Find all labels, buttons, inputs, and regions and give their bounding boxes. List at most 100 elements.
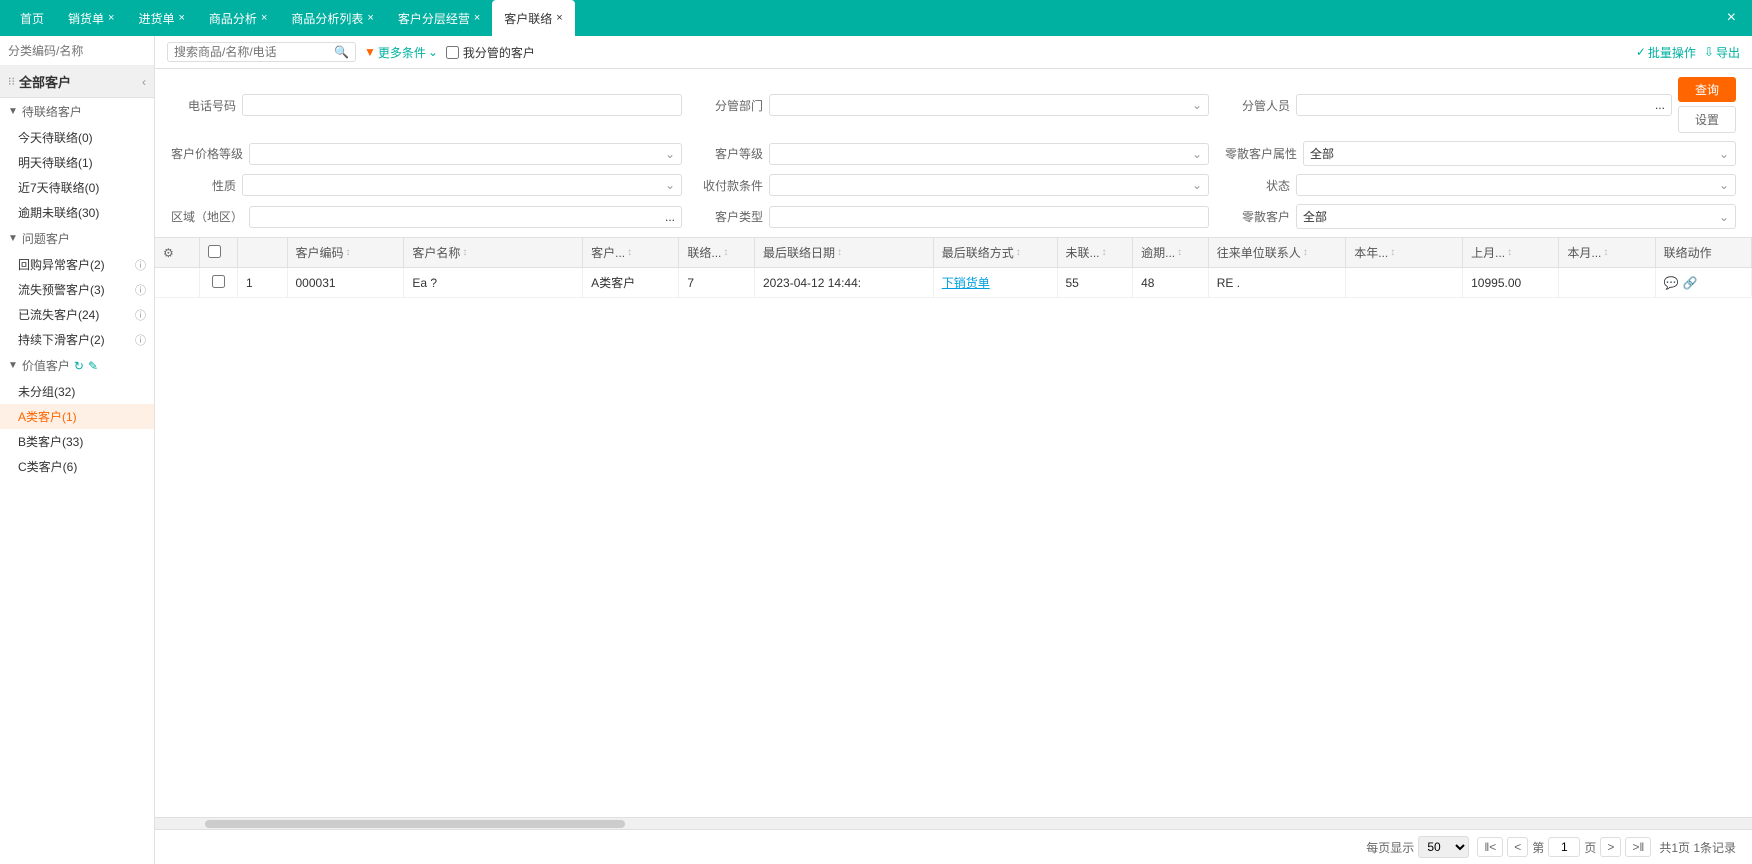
td-action[interactable]: 💬 🔗 — [1656, 268, 1752, 296]
nav-close-customer-contact[interactable]: × — [556, 12, 562, 24]
resize-handle-name[interactable]: ↕ — [462, 247, 467, 258]
th-last-month[interactable]: 上月... ↕ — [1463, 238, 1559, 268]
resize-handle-last-method[interactable]: ↕ — [1016, 247, 1021, 258]
settings-icon[interactable]: ⚙ — [163, 246, 174, 260]
sidebar-group-value-title[interactable]: ▼ 价值客户 ↻ ✎ — [0, 352, 154, 379]
resize-handle-last-date[interactable]: ↕ — [837, 247, 842, 258]
query-button[interactable]: 查询 — [1678, 77, 1736, 102]
chat-action-icon[interactable]: 💬 — [1664, 276, 1679, 290]
td-name[interactable]: Ea ? — [404, 268, 583, 298]
page-input[interactable] — [1548, 837, 1580, 857]
th-grade[interactable]: 客户... ↕ — [583, 238, 679, 268]
nav-close-customer-segment[interactable]: × — [474, 12, 480, 24]
close-all-button[interactable]: × — [1719, 9, 1744, 27]
row-checkbox[interactable] — [212, 275, 225, 288]
sidebar-item-class-c[interactable]: C类客户(6) — [0, 454, 154, 479]
sidebar-item-class-a[interactable]: A类客户(1) — [0, 404, 154, 429]
filter-select-nature[interactable]: ⌄ — [242, 174, 682, 196]
sidebar-item-7days[interactable]: 近7天待联络(0) — [0, 175, 154, 200]
first-page-button[interactable]: ‖< — [1477, 837, 1503, 857]
sidebar-all-customers-label[interactable]: 全部客户 — [19, 72, 142, 91]
sidebar-group-pending-title[interactable]: ▼ 待联络客户 — [0, 98, 154, 125]
filter-input-region[interactable]: ... — [249, 206, 682, 228]
resize-handle-overdue[interactable]: ↕ — [1177, 247, 1182, 258]
th-no-contact[interactable]: 未联... ↕ — [1057, 238, 1133, 268]
th-company[interactable]: 往来单位联系人 ↕ — [1208, 238, 1346, 268]
th-this-month[interactable]: 本月... ↕ — [1559, 238, 1655, 268]
table-scrollbar[interactable] — [155, 817, 1752, 829]
sidebar-item-churned[interactable]: 已流失客户(24) ⓘ — [0, 302, 154, 327]
batch-op-button[interactable]: ✓ 批量操作 — [1636, 44, 1696, 61]
last-page-button[interactable]: >‖ — [1625, 837, 1651, 857]
row-last-method[interactable]: 下销货单 — [942, 276, 990, 290]
th-code[interactable]: 客户编码 ↕ — [287, 238, 404, 268]
sidebar-item-overdue[interactable]: 逾期未联络(30) — [0, 200, 154, 225]
th-contact[interactable]: 联络... ↕ — [679, 238, 755, 268]
resize-handle-contact[interactable]: ↕ — [723, 247, 728, 258]
edit-icon-value[interactable]: ✎ — [88, 359, 98, 373]
link-action-icon[interactable]: 🔗 — [1683, 276, 1698, 290]
filter-select-payment[interactable]: ⌄ — [769, 174, 1209, 196]
sidebar-item-repurchase-abnormal[interactable]: 回购异常客户(2) ⓘ — [0, 252, 154, 277]
set-button[interactable]: 设置 — [1678, 106, 1736, 133]
filter-select-retail-attr[interactable]: 全部 ⌄ — [1303, 141, 1736, 166]
filter-input-customer-type[interactable] — [769, 206, 1209, 228]
td-code[interactable]: 000031 — [287, 268, 404, 298]
th-checkbox[interactable] — [199, 238, 238, 268]
filter-search-icon[interactable]: 🔍 — [334, 45, 349, 59]
table-scroll-thumb[interactable] — [205, 820, 625, 828]
sidebar-search-input[interactable] — [8, 44, 155, 58]
resize-handle-grade[interactable]: ↕ — [627, 247, 632, 258]
nav-close-purchase[interactable]: × — [178, 12, 184, 24]
nav-item-customer-contact[interactable]: 客户联络 × — [492, 0, 574, 36]
nav-close-analysis[interactable]: × — [261, 12, 267, 24]
resize-handle-code[interactable]: ↕ — [346, 247, 351, 258]
filter-search-input[interactable] — [174, 45, 334, 59]
select-all-checkbox[interactable] — [208, 245, 221, 258]
nav-item-sales[interactable]: 销货单 × — [56, 0, 126, 36]
nav-home[interactable]: 首页 — [8, 0, 56, 36]
resize-handle-last-month[interactable]: ↕ — [1507, 247, 1512, 258]
td-last-method[interactable]: 下销货单 — [933, 268, 1057, 298]
next-page-button[interactable]: > — [1600, 837, 1621, 857]
nav-item-purchase[interactable]: 进货单 × — [126, 0, 196, 36]
nav-item-analysis-list[interactable]: 商品分析列表 × — [279, 0, 385, 36]
nav-item-customer-segment[interactable]: 客户分层经营 × — [386, 0, 492, 36]
filter-input-manager[interactable]: ... — [1296, 94, 1672, 116]
resize-handle-no-contact[interactable]: ↕ — [1102, 247, 1107, 258]
filter-select-dept[interactable]: ⌄ — [769, 94, 1209, 116]
th-overdue[interactable]: 逾期... ↕ — [1133, 238, 1209, 268]
filter-select-price-grade[interactable]: ⌄ — [249, 143, 682, 165]
filter-select-status[interactable]: ⌄ — [1296, 174, 1736, 196]
export-button[interactable]: ⇩ 导出 — [1704, 44, 1740, 61]
nav-close-analysis-list[interactable]: × — [367, 12, 373, 24]
page-size-select[interactable]: 50 100 200 — [1418, 836, 1469, 858]
my-customers-checkbox[interactable] — [446, 46, 459, 59]
nav-item-analysis[interactable]: 商品分析 × — [197, 0, 279, 36]
filter-input-phone[interactable] — [242, 94, 682, 116]
sidebar-item-churn-warning[interactable]: 流失预警客户(3) ⓘ — [0, 277, 154, 302]
sidebar-group-problem-title[interactable]: ▼ 问题客户 — [0, 225, 154, 252]
refresh-icon-value[interactable]: ↻ — [74, 359, 84, 373]
sidebar-item-today[interactable]: 今天待联络(0) — [0, 125, 154, 150]
resize-handle-company[interactable]: ↕ — [1303, 247, 1308, 258]
th-last-method[interactable]: 最后联络方式 ↕ — [933, 238, 1057, 268]
filter-select-retail[interactable]: 全部 ⌄ — [1296, 204, 1736, 229]
th-year[interactable]: 本年... ↕ — [1346, 238, 1463, 268]
th-last-date[interactable]: 最后联络日期 ↕ — [755, 238, 934, 268]
resize-handle-this-month[interactable]: ↕ — [1603, 247, 1608, 258]
sidebar-item-ungrouped[interactable]: 未分组(32) — [0, 379, 154, 404]
filter-select-customer-grade[interactable]: ⌄ — [769, 143, 1209, 165]
th-settings[interactable]: ⚙ — [155, 238, 199, 268]
my-customers-checkbox-wrap[interactable]: 我分管的客户 — [446, 44, 535, 61]
sidebar-collapse-icon[interactable]: ‹ — [142, 75, 146, 89]
resize-handle-year[interactable]: ↕ — [1390, 247, 1395, 258]
sidebar-item-tomorrow[interactable]: 明天待联络(1) — [0, 150, 154, 175]
more-filter-button[interactable]: ▼ 更多条件 ⌄ — [364, 44, 438, 61]
sidebar-item-declining[interactable]: 持续下滑客户(2) ⓘ — [0, 327, 154, 352]
sidebar-item-class-b[interactable]: B类客户(33) — [0, 429, 154, 454]
th-name[interactable]: 客户名称 ↕ — [404, 238, 583, 268]
nav-close-sales[interactable]: × — [108, 12, 114, 24]
td-checkbox[interactable] — [199, 268, 238, 298]
prev-page-button[interactable]: < — [1507, 837, 1528, 857]
